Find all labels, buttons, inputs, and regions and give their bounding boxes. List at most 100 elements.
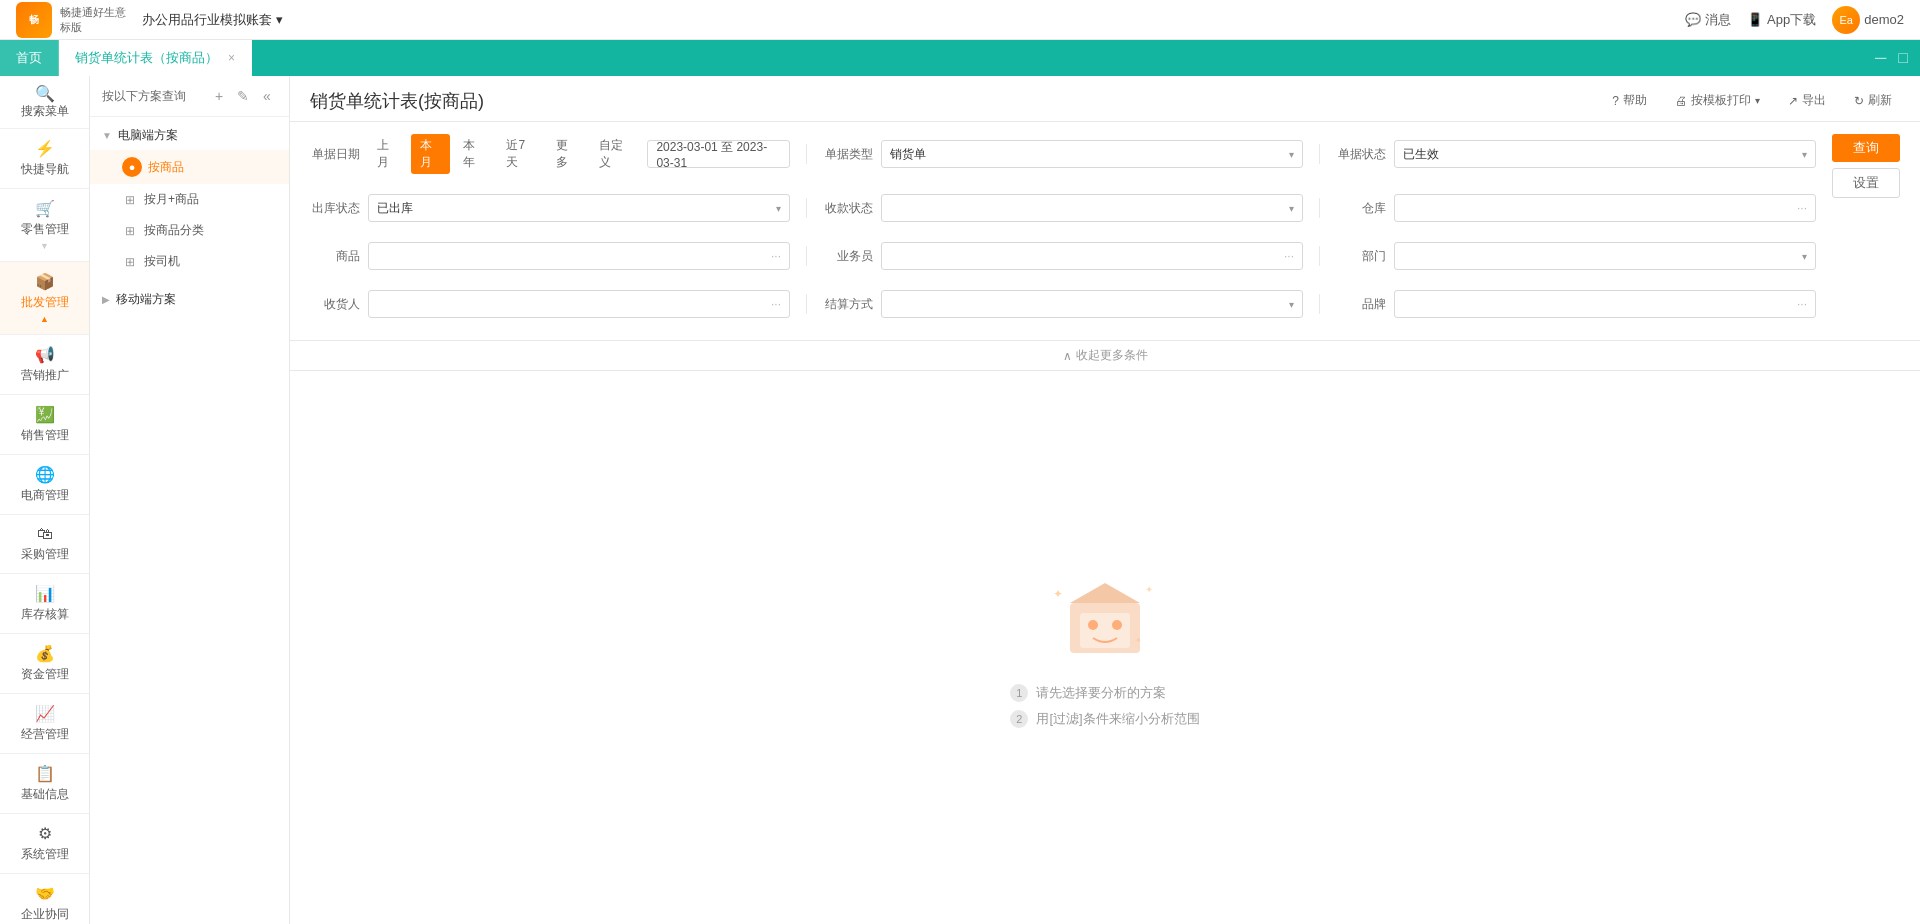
scheme-group-mobile: ▶ 移动端方案 — [90, 281, 289, 318]
filter-salesperson-label: 业务员 — [823, 248, 873, 265]
page-title-bar: 销货单统计表(按商品) ? 帮助 🖨 按模板打印 ▾ ↗ 导出 — [290, 76, 1920, 122]
template-print-btn[interactable]: 🖨 按模板打印 ▾ — [1667, 88, 1768, 113]
sidebar-item-retail[interactable]: 🛒 零售管理 ▼ — [0, 189, 89, 262]
date-btn-last-month[interactable]: 上月 — [368, 134, 407, 174]
empty-tip-1: 1 请先选择要分析的方案 — [1010, 684, 1199, 702]
content-area: 按以下方案查询 + ✎ « ▼ 电脑端方案 ● 按商品 ⊞ 按月+ — [90, 76, 1920, 924]
filter-field-date: 单据日期 上月 本月 本年 近7天 更多 自定义 2023-03-01 — [310, 134, 790, 174]
filter-doc-type-label: 单据类型 — [823, 146, 873, 163]
nav-tabs: 首页 销货单统计表（按商品） × ─ □ — [0, 40, 1920, 76]
sidebar-item-basic-info[interactable]: 📋 基础信息 — [0, 754, 89, 814]
svg-marker-1 — [1070, 583, 1140, 603]
scheme-add-btn[interactable]: + — [209, 86, 229, 106]
date-btn-custom[interactable]: 自定义 — [590, 134, 640, 174]
scheme-item-by-month-product-label: 按月+商品 — [144, 191, 199, 208]
refresh-btn[interactable]: ↻ 刷新 — [1846, 88, 1900, 113]
scheme-panel-header: 按以下方案查询 + ✎ « — [90, 76, 289, 117]
sidebar-item-finance[interactable]: 💰 资金管理 — [0, 634, 89, 694]
sidebar-item-marketing[interactable]: 📢 营销推广 — [0, 335, 89, 395]
query-buttons: 查询 设置 — [1832, 134, 1900, 198]
window-maximize-btn[interactable]: □ — [1894, 47, 1912, 69]
filter-brand-select[interactable]: ··· — [1394, 290, 1816, 318]
app-download-action[interactable]: 📱 App下载 — [1747, 11, 1816, 29]
sidebar-item-operations[interactable]: 📈 经营管理 — [0, 694, 89, 754]
window-minimize-btn[interactable]: ─ — [1871, 47, 1890, 69]
filter-payment-status-select[interactable]: ▾ — [881, 194, 1303, 222]
sidebar-item-enterprise-collab[interactable]: 🤝 企业协同 — [0, 874, 89, 924]
scheme-group-desktop: ▼ 电脑端方案 ● 按商品 ⊞ 按月+商品 ⊞ 按商品分类 ⊞ 按司机 — [90, 117, 289, 281]
date-btn-this-year[interactable]: 本年 — [454, 134, 493, 174]
header-right: 💬 消息 📱 App下载 Ea demo2 — [1685, 6, 1904, 34]
filter-brand-label: 品牌 — [1336, 296, 1386, 313]
scheme-collapse-btn[interactable]: « — [257, 86, 277, 106]
collapse-label: ∧ 收起更多条件 — [1063, 347, 1148, 364]
filter-field-settlement: 结算方式 ▾ — [823, 290, 1303, 318]
filter-product-label: 商品 — [310, 248, 360, 265]
svg-text:✦: ✦ — [1135, 636, 1142, 645]
filter-dept-label: 部门 — [1336, 248, 1386, 265]
svg-text:✦: ✦ — [1145, 584, 1153, 595]
sidebar-item-inventory[interactable]: 📊 库存核算 — [0, 574, 89, 634]
scheme-grid-icon: ⊞ — [122, 192, 138, 208]
filter-row-3: 商品 ··· 业务员 ··· — [310, 242, 1816, 270]
empty-state: ✦ ✦ ✦ 1 请先选择要分析的方案 2 用[过滤]条件来缩小分析范围 — [290, 371, 1920, 924]
sidebar-item-ecommerce[interactable]: 🌐 电商管理 — [0, 455, 89, 515]
message-action[interactable]: 💬 消息 — [1685, 11, 1731, 29]
scheme-active-icon: ● — [122, 157, 142, 177]
user-action[interactable]: Ea demo2 — [1832, 6, 1904, 34]
filter-dept-select[interactable]: ▾ — [1394, 242, 1816, 270]
export-btn[interactable]: ↗ 导出 — [1780, 88, 1834, 113]
sidebar-item-wholesale[interactable]: 📦 批发管理 ▲ — [0, 262, 89, 335]
scheme-item-by-month-product[interactable]: ⊞ 按月+商品 — [90, 184, 289, 215]
date-btn-this-month[interactable]: 本月 — [411, 134, 450, 174]
empty-tip-1-num: 1 — [1010, 684, 1028, 702]
top-header: 畅 畅捷通好生意 标版 办公用品行业模拟账套 ▾ 💬 消息 📱 App下载 Ea… — [0, 0, 1920, 40]
filter-warehouse-select[interactable]: ··· — [1394, 194, 1816, 222]
filter-field-product: 商品 ··· — [310, 242, 790, 270]
filter-field-payment-status: 收款状态 ▾ — [823, 194, 1303, 222]
date-btn-last-7-days[interactable]: 近7天 — [497, 134, 542, 174]
date-filter: 上月 本月 本年 近7天 更多 自定义 2023-03-01 至 2023-03… — [368, 134, 790, 174]
sidebar-item-search[interactable]: 🔍 搜索菜单 — [0, 76, 89, 129]
date-btn-more[interactable]: 更多 — [547, 134, 586, 174]
tab-active[interactable]: 销货单统计表（按商品） × — [59, 40, 252, 76]
filter-row-4: 收货人 ··· 结算方式 ▾ — [310, 290, 1816, 318]
workspace-selector[interactable]: 办公用品行业模拟账套 ▾ — [134, 7, 291, 33]
filter-field-brand: 品牌 ··· — [1336, 290, 1816, 318]
scheme-item-by-product[interactable]: ● 按商品 — [90, 150, 289, 184]
filter-date-label: 单据日期 — [310, 146, 360, 163]
sidebar-item-sales[interactable]: 💹 销售管理 — [0, 395, 89, 455]
scheme-item-by-printer-label: 按司机 — [144, 253, 180, 270]
sidebar-item-system[interactable]: ⚙ 系统管理 — [0, 814, 89, 874]
collapse-bar[interactable]: ∧ 收起更多条件 — [290, 341, 1920, 371]
scheme-item-by-printer[interactable]: ⊞ 按司机 — [90, 246, 289, 277]
settings-btn[interactable]: 设置 — [1832, 168, 1900, 198]
scheme-item-by-product-category-label: 按商品分类 — [144, 222, 204, 239]
filter-doc-status-select[interactable]: 已生效 ▾ — [1394, 140, 1816, 168]
filter-doc-status-label: 单据状态 — [1336, 146, 1386, 163]
tab-home[interactable]: 首页 — [0, 40, 59, 76]
filter-product-select[interactable]: ··· — [368, 242, 790, 270]
filter-salesperson-select[interactable]: ··· — [881, 242, 1303, 270]
filter-doc-type-select[interactable]: 销货单 ▾ — [881, 140, 1303, 168]
scheme-grid-icon3: ⊞ — [122, 254, 138, 270]
scheme-edit-btn[interactable]: ✎ — [233, 86, 253, 106]
sidebar-item-quick-nav[interactable]: ⚡ 快捷导航 — [0, 129, 89, 189]
scheme-group-mobile-header[interactable]: ▶ 移动端方案 — [90, 285, 289, 314]
sidebar-item-purchase[interactable]: 🛍 采购管理 — [0, 515, 89, 574]
scheme-group-desktop-header[interactable]: ▼ 电脑端方案 — [90, 121, 289, 150]
scheme-group-mobile-label: 移动端方案 — [116, 291, 176, 308]
filter-out-status-select[interactable]: 已出库 ▾ — [368, 194, 790, 222]
avatar: Ea — [1832, 6, 1860, 34]
empty-tip-2-text: 用[过滤]条件来缩小分析范围 — [1036, 710, 1199, 728]
query-btn[interactable]: 查询 — [1832, 134, 1900, 162]
filter-receiver-select[interactable]: ··· — [368, 290, 790, 318]
tab-close-btn[interactable]: × — [228, 51, 235, 65]
scheme-item-by-product-category[interactable]: ⊞ 按商品分类 — [90, 215, 289, 246]
svg-point-3 — [1088, 620, 1098, 630]
filter-field-out-status: 出库状态 已出库 ▾ — [310, 194, 790, 222]
help-btn[interactable]: ? 帮助 — [1604, 88, 1655, 113]
date-range-display[interactable]: 2023-03-01 至 2023-03-31 — [647, 140, 790, 168]
filter-field-receiver: 收货人 ··· — [310, 290, 790, 318]
filter-settlement-select[interactable]: ▾ — [881, 290, 1303, 318]
